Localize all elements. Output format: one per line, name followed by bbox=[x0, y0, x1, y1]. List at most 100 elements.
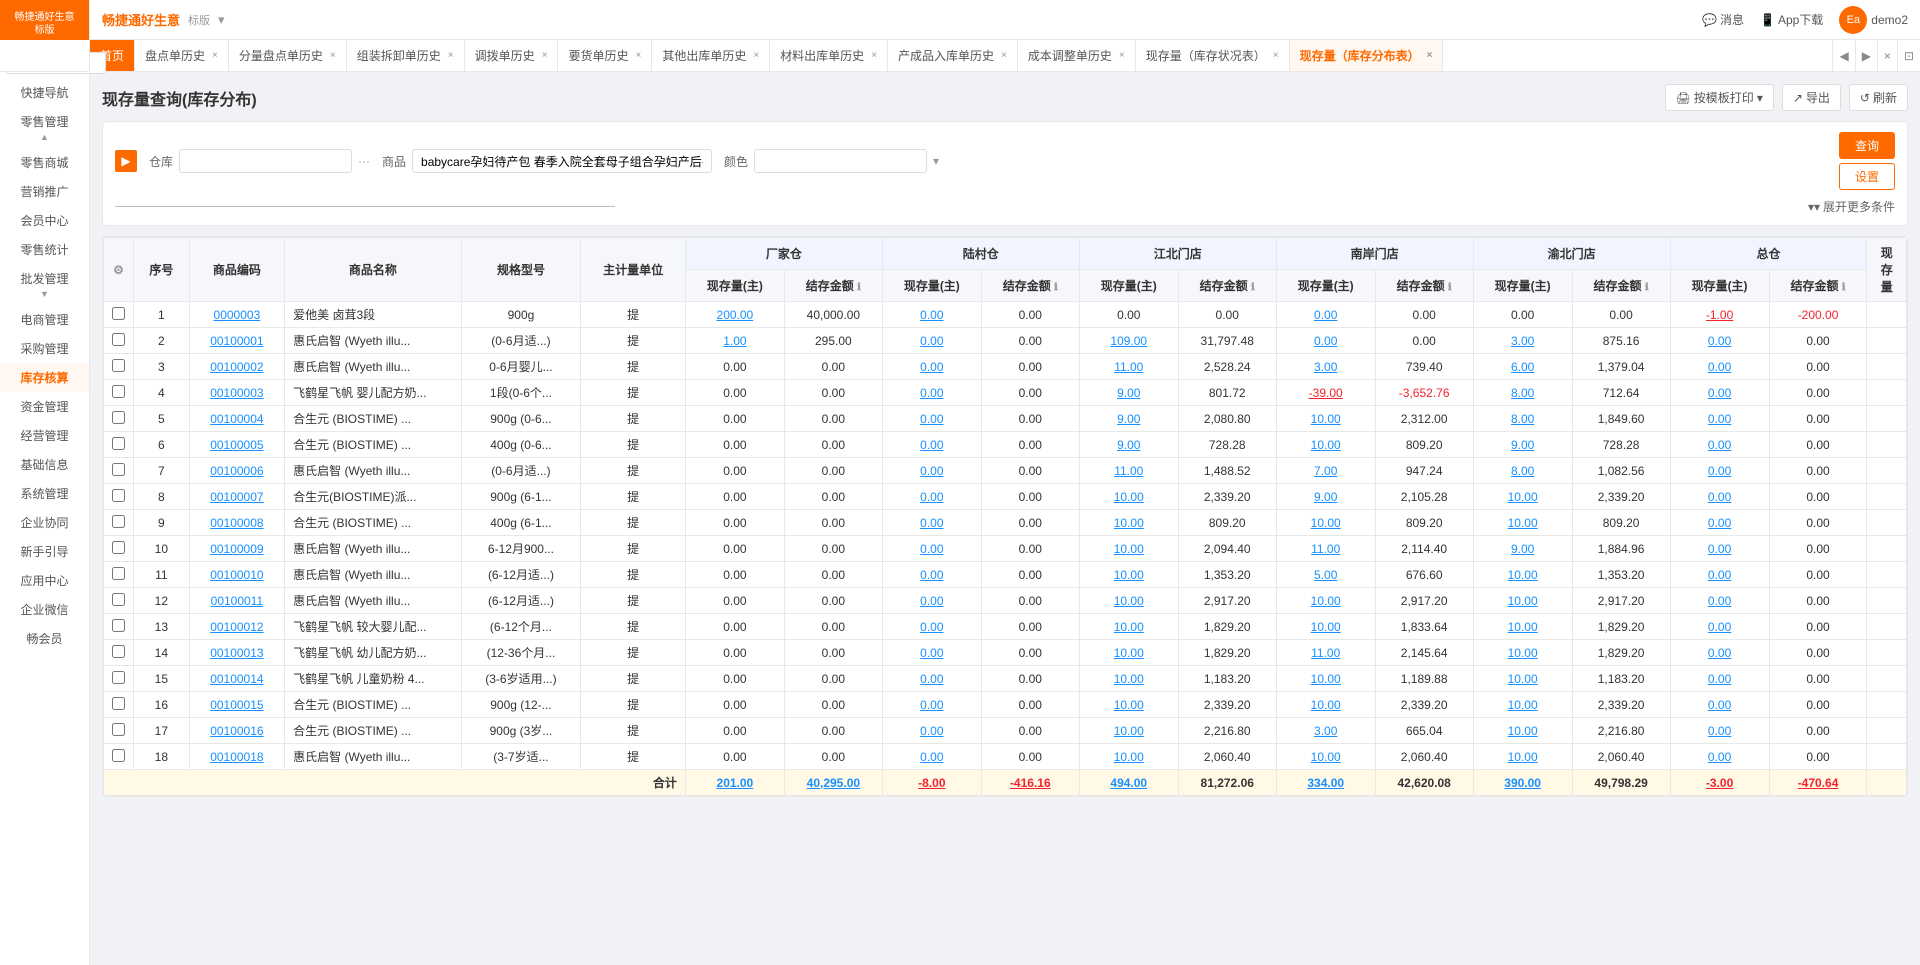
close-icon[interactable]: × bbox=[635, 50, 641, 61]
sidebar-item-retail-mall[interactable]: 零售商城 bbox=[0, 148, 89, 177]
code-link[interactable]: 00100007 bbox=[210, 490, 263, 504]
jb-qty-link[interactable]: 10.00 bbox=[1114, 568, 1144, 582]
close-icon[interactable]: × bbox=[753, 50, 759, 61]
row-lc-qty[interactable]: 0.00 bbox=[882, 510, 981, 536]
row-jb-qty[interactable]: 11.00 bbox=[1079, 458, 1178, 484]
row-fc-qty[interactable]: 0.00 bbox=[685, 744, 784, 770]
yb-qty-link[interactable]: 10.00 bbox=[1508, 516, 1538, 530]
info-icon[interactable]: ℹ bbox=[1645, 282, 1649, 293]
tab-finished-goods[interactable]: 产成品入库单历史 × bbox=[888, 40, 1018, 72]
tab-prev-button[interactable]: ◀ bbox=[1832, 40, 1854, 72]
row-na-qty[interactable]: 3.00 bbox=[1276, 718, 1375, 744]
info-icon[interactable]: ℹ bbox=[1842, 282, 1846, 293]
row-lc-qty[interactable]: 0.00 bbox=[882, 692, 981, 718]
sidebar-item-ecommerce[interactable]: 电商管理 bbox=[0, 305, 89, 334]
row-lc-qty[interactable]: 0.00 bbox=[882, 458, 981, 484]
row-lc-qty[interactable]: 0.00 bbox=[882, 536, 981, 562]
total-qty-link[interactable]: 0.00 bbox=[1708, 672, 1731, 686]
info-icon[interactable]: ℹ bbox=[857, 282, 861, 293]
yb-qty-link[interactable]: 10.00 bbox=[1508, 646, 1538, 660]
row-select[interactable] bbox=[112, 541, 125, 554]
lc-qty-link[interactable]: 0.00 bbox=[920, 360, 943, 374]
yb-qty-link[interactable]: 3.00 bbox=[1511, 334, 1534, 348]
goods-input[interactable] bbox=[412, 149, 712, 173]
jb-qty-link[interactable]: 9.00 bbox=[1117, 412, 1140, 426]
sidebar-item-retail-stats[interactable]: 零售统计 bbox=[0, 235, 89, 264]
sidebar-item-finance[interactable]: 资金管理 bbox=[0, 392, 89, 421]
row-na-qty[interactable]: 7.00 bbox=[1276, 458, 1375, 484]
code-link[interactable]: 00100002 bbox=[210, 360, 263, 374]
row-checkbox[interactable] bbox=[104, 302, 134, 328]
code-link[interactable]: 00100010 bbox=[210, 568, 263, 582]
yb-qty-link[interactable]: 10.00 bbox=[1508, 724, 1538, 738]
yb-qty-link[interactable]: 10.00 bbox=[1508, 490, 1538, 504]
row-na-qty[interactable]: 10.00 bbox=[1276, 432, 1375, 458]
row-yb-qty[interactable]: 8.00 bbox=[1473, 458, 1572, 484]
sidebar-item-inventory[interactable]: 库存核算 bbox=[0, 363, 89, 392]
na-qty-link[interactable]: 10.00 bbox=[1311, 750, 1341, 764]
row-fc-qty[interactable]: 0.00 bbox=[685, 458, 784, 484]
row-lc-qty[interactable]: 0.00 bbox=[882, 666, 981, 692]
lc-qty-link[interactable]: 0.00 bbox=[920, 568, 943, 582]
na-qty-link[interactable]: 0.00 bbox=[1314, 334, 1337, 348]
row-checkbox[interactable] bbox=[104, 588, 134, 614]
row-lc-qty[interactable]: 0.00 bbox=[882, 328, 981, 354]
row-select[interactable] bbox=[112, 359, 125, 372]
row-jb-qty[interactable]: 9.00 bbox=[1079, 432, 1178, 458]
row-yb-qty[interactable]: 0.00 bbox=[1473, 302, 1572, 328]
row-checkbox[interactable] bbox=[104, 666, 134, 692]
info-icon[interactable]: ℹ bbox=[1448, 282, 1452, 293]
row-jb-qty[interactable]: 10.00 bbox=[1079, 536, 1178, 562]
info-icon[interactable]: ℹ bbox=[1054, 282, 1058, 293]
yb-qty-link[interactable]: 8.00 bbox=[1511, 464, 1534, 478]
message-button[interactable]: 💬 消息 bbox=[1702, 11, 1744, 28]
total-qty-link[interactable]: 0.00 bbox=[1708, 724, 1731, 738]
tab-split-inventory[interactable]: 分量盘点单历史 × bbox=[229, 40, 347, 72]
row-jb-qty[interactable]: 9.00 bbox=[1079, 380, 1178, 406]
row-checkbox[interactable] bbox=[104, 458, 134, 484]
summary-jb-qty[interactable]: 494.00 bbox=[1079, 770, 1178, 796]
jb-qty-link[interactable]: 9.00 bbox=[1117, 438, 1140, 452]
sidebar-item-member2[interactable]: 畅会员 bbox=[0, 624, 89, 653]
row-select[interactable] bbox=[112, 645, 125, 658]
jb-qty-link[interactable]: 10.00 bbox=[1114, 750, 1144, 764]
row-jb-qty[interactable]: 10.00 bbox=[1079, 692, 1178, 718]
row-checkbox[interactable] bbox=[104, 432, 134, 458]
row-na-qty[interactable]: 9.00 bbox=[1276, 484, 1375, 510]
tab-order-history[interactable]: 要货单历史 × bbox=[558, 40, 652, 72]
row-checkbox[interactable] bbox=[104, 562, 134, 588]
lc-qty-link[interactable]: 0.00 bbox=[920, 620, 943, 634]
na-qty-link[interactable]: 11.00 bbox=[1311, 542, 1340, 556]
yb-qty-link[interactable]: 10.00 bbox=[1508, 750, 1538, 764]
row-yb-qty[interactable]: 10.00 bbox=[1473, 718, 1572, 744]
close-icon[interactable]: × bbox=[1273, 50, 1279, 61]
dropdown-arrow[interactable]: ▾ bbox=[218, 12, 225, 28]
row-fc-qty[interactable]: 200.00 bbox=[685, 302, 784, 328]
jb-qty-link[interactable]: 10.00 bbox=[1114, 620, 1144, 634]
row-select[interactable] bbox=[112, 333, 125, 346]
code-link[interactable]: 00100009 bbox=[210, 542, 263, 556]
lc-qty-link[interactable]: 0.00 bbox=[920, 438, 943, 452]
row-total-qty[interactable]: 0.00 bbox=[1670, 666, 1769, 692]
na-qty-link[interactable]: 10.00 bbox=[1311, 698, 1341, 712]
code-link[interactable]: 00100012 bbox=[210, 620, 263, 634]
yb-qty-link[interactable]: 10.00 bbox=[1508, 594, 1538, 608]
yb-qty-link[interactable]: 8.00 bbox=[1511, 386, 1534, 400]
row-jb-qty[interactable]: 0.00 bbox=[1079, 302, 1178, 328]
total-qty-link[interactable]: 0.00 bbox=[1708, 620, 1731, 634]
row-na-qty[interactable]: 3.00 bbox=[1276, 354, 1375, 380]
code-link[interactable]: 00100005 bbox=[210, 438, 263, 452]
row-total-qty[interactable]: 0.00 bbox=[1670, 562, 1769, 588]
code-link[interactable]: 00100015 bbox=[210, 698, 263, 712]
expand-filter-button[interactable]: ▾▾ 展开更多条件 bbox=[1808, 198, 1895, 215]
row-jb-qty[interactable]: 11.00 bbox=[1079, 354, 1178, 380]
row-total-qty[interactable]: 0.00 bbox=[1670, 744, 1769, 770]
row-select[interactable] bbox=[112, 489, 125, 502]
row-jb-qty[interactable]: 10.00 bbox=[1079, 744, 1178, 770]
tab-transfer[interactable]: 调拨单历史 × bbox=[465, 40, 559, 72]
tab-stock-status[interactable]: 现存量（库存状况表） × bbox=[1136, 40, 1290, 72]
row-na-qty[interactable]: 10.00 bbox=[1276, 614, 1375, 640]
row-na-qty[interactable]: 10.00 bbox=[1276, 588, 1375, 614]
row-lc-qty[interactable]: 0.00 bbox=[882, 744, 981, 770]
tab-next-button[interactable]: ▶ bbox=[1855, 40, 1877, 72]
